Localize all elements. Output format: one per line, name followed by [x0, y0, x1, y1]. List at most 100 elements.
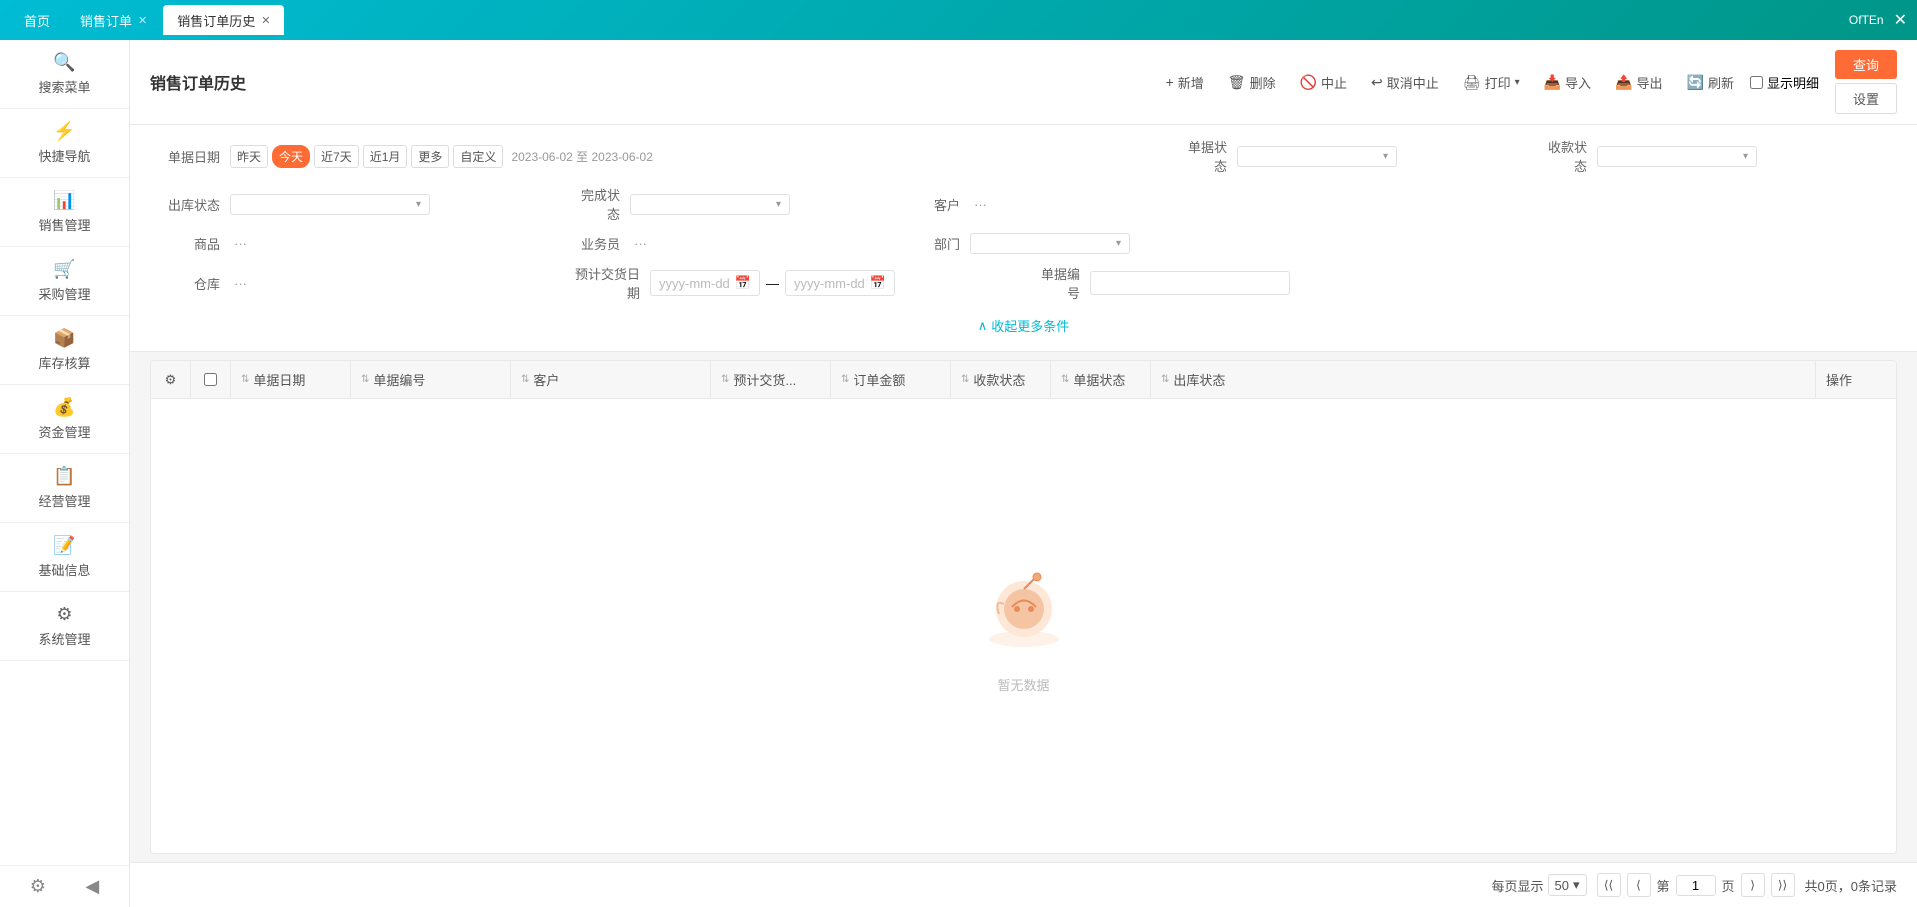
print-label: 打印 [1485, 73, 1511, 92]
shortcut-more[interactable]: 更多 [411, 145, 449, 168]
th-delivery-label: 预计交货... [733, 370, 796, 389]
date-control: 昨天 今天 近7天 近1月 更多 自定义 2023-06-02 至 2023-0… [230, 145, 1177, 168]
sidebar-item-basic-info[interactable]: 📝 基础信息 [0, 523, 129, 592]
print-button[interactable]: 🖨 打印 [1455, 69, 1528, 96]
quick-nav-icon: ⚡ [53, 121, 75, 142]
warehouse-dots-btn[interactable]: ··· [230, 276, 251, 291]
add-button[interactable]: + 新增 [1158, 69, 1212, 96]
delete-button[interactable]: 🗑 删除 [1220, 69, 1284, 96]
bill-status-select[interactable]: ▾ [1237, 146, 1397, 167]
select-all-checkbox[interactable] [204, 373, 217, 386]
delivery-date-start[interactable]: yyyy-mm-dd 📅 [650, 270, 760, 296]
sidebar-settings-btn[interactable]: ⚙ [30, 876, 46, 897]
sidebar-item-basic-info-label: 基础信息 [38, 560, 90, 579]
receipt-status-arrow: ▾ [1743, 151, 1748, 162]
display-detail-checkbox[interactable] [1750, 76, 1763, 89]
settings-button[interactable]: 设置 [1835, 83, 1897, 114]
th-out-status-label: 出库状态 [1173, 370, 1225, 389]
prev-page-btn[interactable]: ⟨ [1627, 873, 1651, 897]
salesperson-dots-btn[interactable]: ··· [630, 236, 651, 251]
customer-dots-btn[interactable]: ··· [970, 197, 991, 212]
refresh-label: 刷新 [1708, 73, 1734, 92]
department-select[interactable]: ▾ [970, 233, 1130, 254]
th-delivery[interactable]: ⇅ 预计交货... [711, 361, 831, 398]
cancel-stop-button[interactable]: ↩ 取消中止 [1363, 69, 1447, 96]
bill-no-control [1090, 271, 1897, 295]
complete-status-control: ▾ [630, 194, 930, 215]
shortcut-today[interactable]: 今天 [272, 145, 310, 168]
delivery-date-end-text: yyyy-mm-dd [794, 276, 865, 291]
th-receipt-label: 收款状态 [973, 370, 1025, 389]
calendar-end-icon: 📅 [870, 275, 886, 291]
query-button[interactable]: 查询 [1835, 50, 1897, 79]
import-button[interactable]: 📥 导入 [1536, 69, 1599, 96]
sidebar-item-system-mgmt[interactable]: ⚙ 系统管理 [0, 592, 129, 661]
th-customer-label: 客户 [533, 370, 559, 389]
tab-home-label: 首页 [24, 11, 50, 30]
sidebar-item-search-menu[interactable]: 🔍 搜索菜单 [0, 40, 129, 109]
brand-text: OfTEn [1849, 13, 1884, 27]
th-no[interactable]: ⇅ 单据编号 [351, 361, 511, 398]
top-close-icon[interactable]: ✕ [1894, 10, 1907, 30]
th-settings[interactable]: ⚙ [151, 361, 191, 398]
th-date[interactable]: ⇅ 单据日期 [231, 361, 351, 398]
tab-list: 首页 销售订单 ✕ 销售订单历史 ✕ [10, 5, 1849, 35]
shortcut-yesterday[interactable]: 昨天 [230, 145, 268, 168]
sidebar-item-business-mgmt-label: 经营管理 [38, 491, 90, 510]
empty-state: 暂无数据 [151, 399, 1896, 853]
export-button[interactable]: 📤 导出 [1607, 69, 1670, 96]
first-page-btn[interactable]: ⟨⟨ [1597, 873, 1621, 897]
th-amount[interactable]: ⇅ 订单金额 [831, 361, 951, 398]
print-icon: 🖨 [1463, 74, 1481, 91]
sidebar-item-inventory[interactable]: 📦 库存核算 [0, 316, 129, 385]
out-status-arrow: ▾ [416, 199, 421, 210]
delivery-date-label: 预计交货日期 [570, 264, 650, 302]
th-customer[interactable]: ⇅ 客户 [511, 361, 711, 398]
sidebar-item-quick-nav[interactable]: ⚡ 快捷导航 [0, 109, 129, 178]
th-receipt-status[interactable]: ⇅ 收款状态 [951, 361, 1051, 398]
tab-home[interactable]: 首页 [10, 5, 64, 35]
tab-sales-order-history[interactable]: 销售订单历史 ✕ [163, 5, 284, 35]
sidebar-item-sales-mgmt[interactable]: 📊 销售管理 [0, 178, 129, 247]
business-icon: 📋 [53, 466, 75, 487]
collapse-link[interactable]: ∧ 收起更多条件 [150, 312, 1897, 339]
sidebar-item-finance[interactable]: 💰 资金管理 [0, 385, 129, 454]
goods-dots-btn[interactable]: ··· [230, 236, 251, 251]
bill-no-input[interactable] [1090, 271, 1290, 295]
page-size-dropdown[interactable]: 50 ▾ [1548, 874, 1587, 896]
refresh-button[interactable]: 🔄 刷新 [1679, 69, 1742, 96]
table-header: ⚙ ⇅ 单据日期 ⇅ 单据编号 ⇅ 客户 ⇅ [151, 361, 1896, 399]
stop-button[interactable]: 🚫 中止 [1292, 69, 1355, 96]
display-detail-label: 显示明细 [1767, 73, 1819, 92]
th-out-status[interactable]: ⇅ 出库状态 [1151, 361, 1816, 398]
sidebar-item-purchase-mgmt[interactable]: 🛒 采购管理 [0, 247, 129, 316]
complete-status-select[interactable]: ▾ [630, 194, 790, 215]
tab-sales-order-history-close[interactable]: ✕ [261, 14, 270, 27]
display-detail-wrapper: 显示明细 [1750, 73, 1819, 92]
cancel-stop-icon: ↩ [1371, 74, 1383, 91]
last-page-btn[interactable]: ⟩⟩ [1771, 873, 1795, 897]
tab-sales-order-close[interactable]: ✕ [138, 14, 147, 27]
tab-sales-order[interactable]: 销售订单 ✕ [66, 5, 161, 35]
receipt-status-select[interactable]: ▾ [1597, 146, 1757, 167]
customer-control: ··· [970, 197, 1897, 212]
delete-icon: 🗑 [1228, 74, 1246, 91]
toolbar: + 新增 🗑 删除 🚫 中止 ↩ 取消中止 🖨 打印 [1158, 50, 1897, 114]
th-checkbox[interactable] [191, 361, 231, 398]
out-status-label: 出库状态 [150, 195, 230, 214]
sidebar-collapse-btn[interactable]: ◀ [85, 876, 99, 897]
bill-status-control: ▾ [1237, 146, 1537, 167]
department-arrow: ▾ [1116, 238, 1121, 249]
filter-row-4: 仓库 ··· 预计交货日期 yyyy-mm-dd 📅 — yyyy-mm-dd [150, 264, 1897, 302]
out-status-select[interactable]: ▾ [230, 194, 430, 215]
next-page-btn[interactable]: ⟩ [1741, 873, 1765, 897]
tab-sales-order-label: 销售订单 [80, 11, 132, 30]
page-size-value: 50 [1555, 878, 1569, 893]
sidebar-item-business-mgmt[interactable]: 📋 经营管理 [0, 454, 129, 523]
th-bill-status[interactable]: ⇅ 单据状态 [1051, 361, 1151, 398]
shortcut-1month[interactable]: 近1月 [363, 145, 408, 168]
page-number-input[interactable] [1676, 875, 1716, 896]
delivery-date-end[interactable]: yyyy-mm-dd 📅 [785, 270, 895, 296]
shortcut-7days[interactable]: 近7天 [314, 145, 359, 168]
shortcut-custom[interactable]: 自定义 [453, 145, 503, 168]
